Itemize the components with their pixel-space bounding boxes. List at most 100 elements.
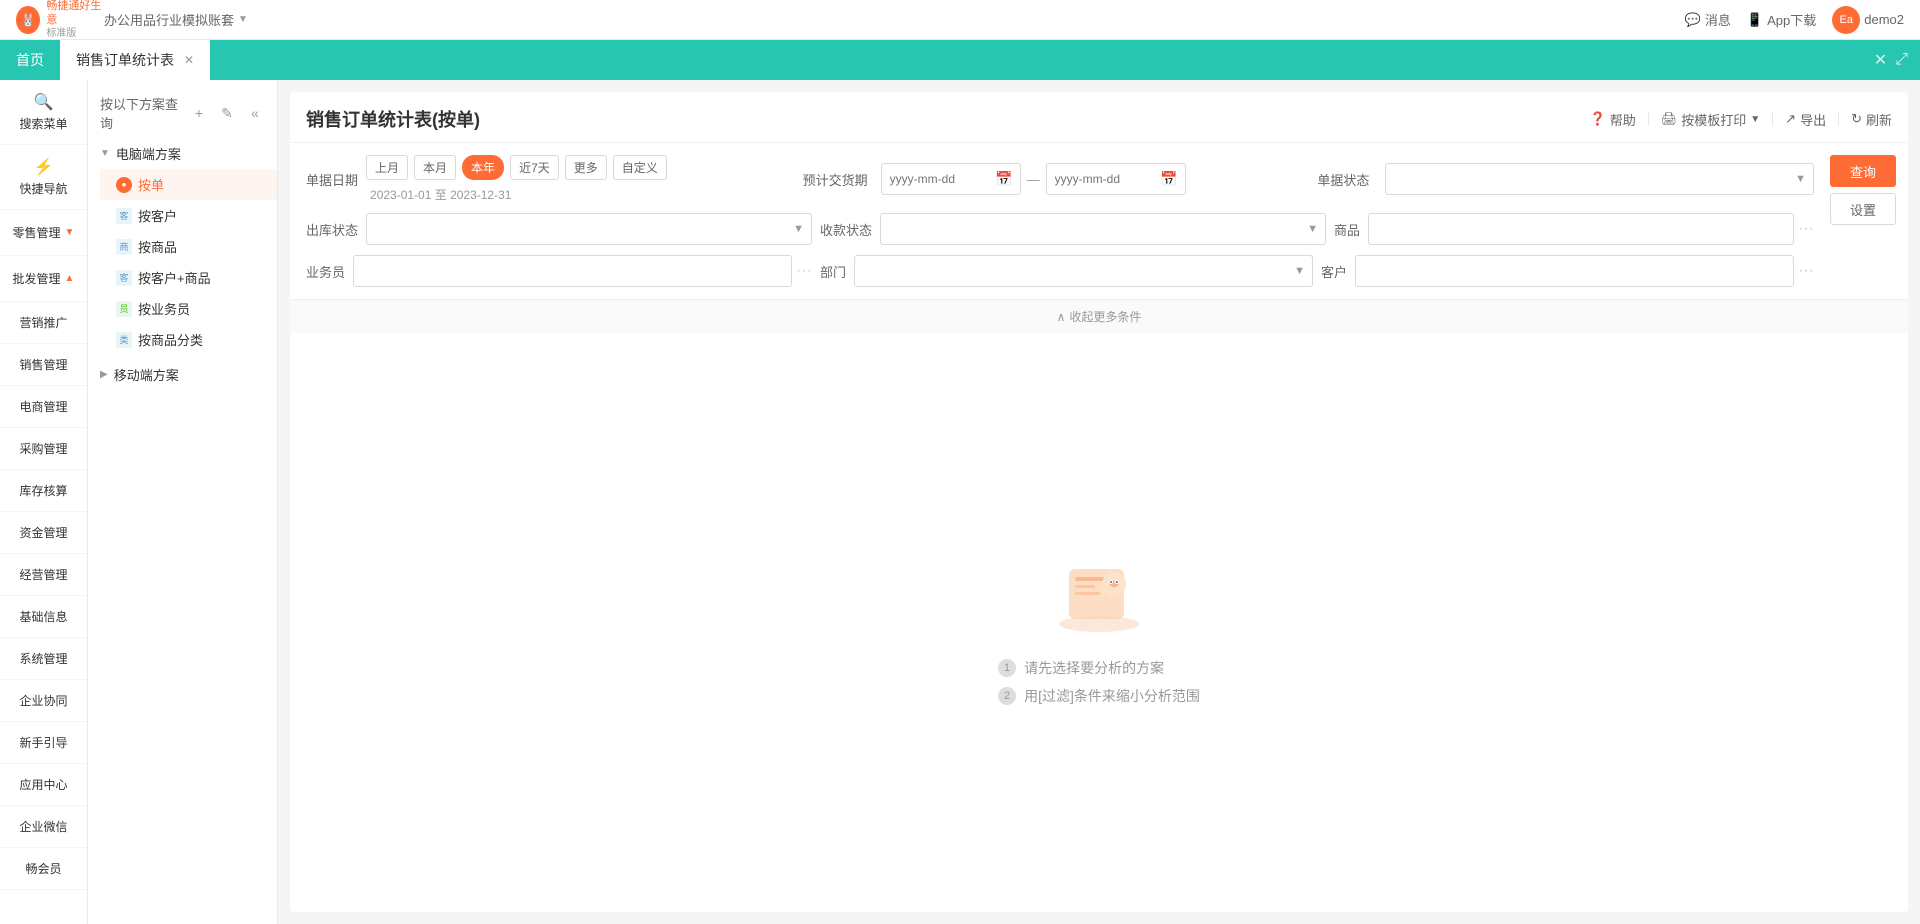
filter-main: 单据日期 上月 本月 本年 近7天 更多 自定义 2023-01-01 至 20… (290, 143, 1830, 299)
out-status-select-wrap: ▼ (366, 213, 812, 245)
print-btn[interactable]: 🖨 按模板打印 ▼ (1661, 110, 1760, 129)
tree-item-by-customer-product[interactable]: 客 按客户+商品 (100, 262, 277, 293)
sidebar-item-system[interactable]: 系统管理 (0, 638, 87, 680)
export-btn[interactable]: ↗ 导出 (1785, 110, 1826, 129)
panel-edit-btn[interactable]: ✎ (217, 103, 237, 123)
salesperson-input-wrap: ··· (353, 255, 812, 287)
query-btn[interactable]: 查询 (1830, 155, 1896, 187)
by-product-icon: 商 (116, 239, 132, 255)
customer-more-icon[interactable]: ··· (1798, 262, 1814, 280)
status-label: 单据状态 (1317, 170, 1377, 189)
tab-bar-actions: ✕ ⤢ (1874, 50, 1920, 70)
page-header: 销售订单统计表(按单) ❓ 帮助 🖨 按模板打印 ▼ ↗ (290, 92, 1908, 143)
salesperson-input[interactable] (353, 255, 792, 287)
add-icon: + (195, 105, 203, 121)
out-status-select[interactable] (366, 213, 812, 245)
tab-home-label: 首页 (16, 50, 44, 70)
setting-btn[interactable]: 设置 (1830, 193, 1896, 225)
content-inner: 销售订单统计表(按单) ❓ 帮助 🖨 按模板打印 ▼ ↗ (290, 92, 1908, 912)
collapse-bar[interactable]: ∧ 收起更多条件 (290, 299, 1908, 333)
expected-date-from[interactable] (881, 163, 1021, 195)
panel-toolbar-label: 按以下方案查询 (100, 94, 181, 132)
filter-row-1: 单据日期 上月 本月 本年 近7天 更多 自定义 2023-01-01 至 20… (306, 155, 1814, 203)
collect-status-select[interactable] (880, 213, 1326, 245)
by-customer-product-icon: 客 (116, 270, 132, 286)
page-title: 销售订单统计表(按单) (306, 106, 480, 132)
status-select-wrap: ▼ (1385, 163, 1814, 195)
status-select[interactable] (1385, 163, 1814, 195)
header-right: 💬 消息 📱 App下载 Ea demo2 (1685, 6, 1904, 34)
filter-right-btns: 查询 设置 (1830, 143, 1908, 237)
customer-input-wrap: ··· (1355, 255, 1814, 287)
tip-num-1: 1 (998, 659, 1016, 677)
date-btn-this-month[interactable]: 本月 (414, 155, 456, 180)
tab-close-btn[interactable]: ✕ (1874, 50, 1887, 70)
sidebar-item-retail[interactable]: 零售管理 ▼ (0, 210, 87, 256)
date-btn-more[interactable]: 更多 (565, 155, 607, 180)
breadcrumb-arrow-icon: ▼ (238, 14, 248, 25)
tree-item-by-product-category[interactable]: 类 按商品分类 (100, 324, 277, 355)
refresh-btn[interactable]: ↻ 刷新 (1851, 110, 1892, 129)
logo-text: 畅捷通好生意 标准版 (46, 0, 104, 40)
sidebar-item-finance[interactable]: 资金管理 (0, 512, 87, 554)
sidebar-item-sales[interactable]: 销售管理 (0, 344, 87, 386)
sidebar-item-operations[interactable]: 经营管理 (0, 554, 87, 596)
customer-input[interactable] (1355, 255, 1794, 287)
tree-expand-arrow-icon: ▼ (100, 148, 110, 159)
empty-illustration (1039, 539, 1159, 642)
breadcrumb-area: 办公用品行业模拟账套 ▼ (104, 10, 1685, 29)
help-btn[interactable]: ❓ 帮助 (1590, 110, 1636, 129)
panel-add-btn[interactable]: + (189, 103, 209, 123)
date-btn-last-month[interactable]: 上月 (366, 155, 408, 180)
sidebar-item-appcenter[interactable]: 应用中心 (0, 764, 87, 806)
page-actions: ❓ 帮助 🖨 按模板打印 ▼ ↗ 导出 (1590, 110, 1892, 129)
sidebar-item-newbie[interactable]: 新手引导 (0, 722, 87, 764)
goods-input-wrap: ··· (1368, 213, 1814, 245)
tree-item-by-order[interactable]: ● 按单 (100, 169, 277, 200)
date-btn-custom[interactable]: 自定义 (613, 155, 667, 180)
tree-item-by-customer[interactable]: 客 按客户 (100, 200, 277, 231)
sidebar-item-marketing[interactable]: 营销推广 (0, 302, 87, 344)
sidebar-item-quick-nav[interactable]: ⚡ 快捷导航 (0, 145, 87, 210)
tree-item-by-product[interactable]: 商 按商品 (100, 231, 277, 262)
empty-tips: 1 请先选择要分析的方案 2 用[过滤]条件来缩小分析范围 (998, 658, 1200, 706)
tree-item-by-salesperson[interactable]: 员 按业务员 (100, 293, 277, 324)
salesperson-more-icon[interactable]: ··· (796, 262, 812, 280)
logo-icon: 🐰 (16, 6, 40, 34)
app-download-btn[interactable]: 📱 App下载 (1747, 10, 1816, 29)
tree-section-mobile[interactable]: ▶ 移动端方案 (88, 359, 277, 390)
date-btn-7days[interactable]: 近7天 (510, 155, 559, 180)
tab-maximize-btn[interactable]: ⤢ (1895, 51, 1908, 69)
retail-arrow-icon: ▼ (65, 227, 75, 238)
tree-section-pc[interactable]: ▼ 电脑端方案 (88, 138, 277, 169)
mobile-section-label: 移动端方案 (114, 365, 179, 384)
expected-date-to[interactable] (1046, 163, 1186, 195)
sidebar-item-wholesale[interactable]: 批发管理 ▲ (0, 256, 87, 302)
breadcrumb-dropdown[interactable]: 办公用品行业模拟账套 ▼ (104, 10, 248, 29)
dept-select[interactable] (854, 255, 1313, 287)
quick-nav-icon: ⚡ (34, 157, 54, 177)
tab-sales-stats[interactable]: 销售订单统计表 ✕ (60, 40, 210, 80)
goods-input[interactable] (1368, 213, 1794, 245)
sidebar-item-inventory[interactable]: 库存核算 (0, 470, 87, 512)
collect-status-select-wrap: ▼ (880, 213, 1326, 245)
dept-select-wrap: ▼ (854, 255, 1313, 287)
date-btn-this-year[interactable]: 本年 (462, 155, 504, 180)
tab-home[interactable]: 首页 (0, 40, 60, 80)
tab-sales-stats-label: 销售订单统计表 (76, 50, 174, 70)
goods-more-icon[interactable]: ··· (1798, 220, 1814, 238)
sidebar-item-wechat[interactable]: 企业微信 (0, 806, 87, 848)
messages-btn[interactable]: 💬 消息 (1685, 10, 1731, 29)
tab-close-icon[interactable]: ✕ (184, 53, 194, 67)
sidebar-item-ecommerce[interactable]: 电商管理 (0, 386, 87, 428)
sidebar-item-purchase[interactable]: 采购管理 (0, 428, 87, 470)
sidebar-item-member[interactable]: 畅会员 (0, 848, 87, 890)
user-area[interactable]: Ea demo2 (1832, 6, 1904, 34)
panel-collapse-btn[interactable]: « (245, 103, 265, 123)
export-icon: ↗ (1785, 111, 1796, 127)
search-menu-icon: 🔍 (34, 92, 54, 112)
sidebar-item-basic[interactable]: 基础信息 (0, 596, 87, 638)
sidebar-item-search-menu[interactable]: 🔍 搜索菜单 (0, 80, 87, 145)
left-panel: 按以下方案查询 + ✎ « ▼ 电脑端方案 ● 按单 客 按客户 (88, 80, 278, 924)
sidebar-item-enterprise[interactable]: 企业协同 (0, 680, 87, 722)
